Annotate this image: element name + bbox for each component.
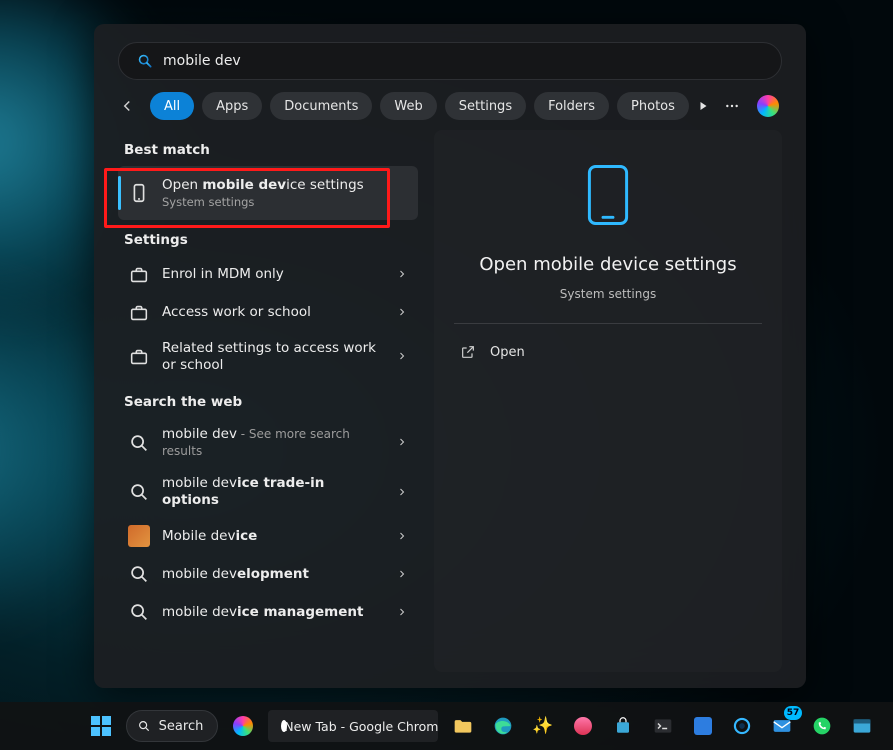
filter-tabs: All Apps Documents Web Settings Folders … bbox=[118, 92, 782, 120]
circle-icon bbox=[574, 717, 592, 735]
web-result[interactable]: mobile device management bbox=[118, 593, 418, 631]
tab-photos[interactable]: Photos bbox=[617, 92, 689, 120]
detail-action-label: Open bbox=[490, 345, 525, 360]
terminal-icon bbox=[653, 717, 673, 735]
tab-apps[interactable]: Apps bbox=[202, 92, 262, 120]
web-result-title: mobile device trade-in options bbox=[162, 475, 384, 509]
web-result[interactable]: Mobile device bbox=[118, 517, 418, 555]
window-icon bbox=[852, 717, 872, 735]
taskbar-app-explorer[interactable] bbox=[448, 710, 478, 742]
best-match-subtitle: System settings bbox=[162, 195, 408, 209]
tab-all[interactable]: All bbox=[150, 92, 194, 120]
tab-settings[interactable]: Settings bbox=[445, 92, 526, 120]
chevron-right-icon bbox=[396, 303, 408, 322]
detail-action-open[interactable]: Open bbox=[454, 334, 762, 370]
taskbar-app-copilot[interactable] bbox=[228, 710, 258, 742]
start-button[interactable] bbox=[86, 710, 116, 742]
taskbar-app-generic-5[interactable] bbox=[847, 710, 877, 742]
settings-result-title: Enrol in MDM only bbox=[162, 266, 384, 283]
taskbar: Search New Tab - Google Chrom ✨ 57 bbox=[0, 702, 893, 750]
web-result[interactable]: mobile dev - See more search results bbox=[118, 418, 418, 468]
search-icon bbox=[137, 719, 151, 733]
copilot-icon[interactable] bbox=[754, 92, 782, 120]
briefcase-icon bbox=[128, 302, 150, 324]
search-input[interactable] bbox=[163, 53, 763, 69]
web-result[interactable]: mobile development bbox=[118, 555, 418, 593]
settings-result[interactable]: Access work or school bbox=[118, 294, 418, 332]
section-header-settings: Settings bbox=[124, 232, 418, 248]
mail-badge: 57 bbox=[784, 706, 803, 720]
chevron-right-icon bbox=[396, 565, 408, 584]
taskbar-app-generic-1[interactable]: ✨ bbox=[528, 710, 558, 742]
taskbar-search[interactable]: Search bbox=[126, 710, 219, 742]
search-icon bbox=[128, 601, 150, 623]
web-result[interactable]: mobile device trade-in options bbox=[118, 467, 418, 517]
web-result-title: mobile device management bbox=[162, 604, 384, 621]
taskbar-app-generic-2[interactable] bbox=[568, 710, 598, 742]
edge-icon bbox=[493, 716, 513, 736]
settings-result[interactable]: Related settings to access work or schoo… bbox=[118, 332, 418, 382]
taskbar-search-label: Search bbox=[159, 719, 204, 734]
taskbar-app-store[interactable] bbox=[608, 710, 638, 742]
taskbar-app-generic-4[interactable] bbox=[727, 710, 757, 742]
chevron-right-icon bbox=[396, 527, 408, 546]
start-search-panel: All Apps Documents Web Settings Folders … bbox=[94, 24, 806, 688]
detail-title: Open mobile device settings bbox=[479, 254, 736, 275]
detail-subtitle: System settings bbox=[560, 287, 656, 301]
best-match-result[interactable]: Open mobile device settings System setti… bbox=[118, 166, 418, 220]
back-arrow-icon[interactable] bbox=[118, 95, 140, 117]
search-icon bbox=[128, 432, 150, 454]
taskbar-app-mail[interactable]: 57 bbox=[767, 710, 797, 742]
best-match-title: Open mobile device settings bbox=[162, 177, 408, 194]
phone-icon bbox=[128, 182, 150, 204]
mobile-device-hero-icon bbox=[585, 164, 631, 230]
tab-web[interactable]: Web bbox=[380, 92, 436, 120]
taskbar-window-chrome[interactable]: New Tab - Google Chrom bbox=[268, 710, 438, 742]
tab-documents[interactable]: Documents bbox=[270, 92, 372, 120]
overflow-menu-icon[interactable] bbox=[718, 92, 746, 120]
search-icon bbox=[128, 481, 150, 503]
web-result-title: Mobile device bbox=[162, 528, 384, 545]
briefcase-icon bbox=[128, 346, 150, 368]
open-external-icon bbox=[460, 344, 476, 360]
settings-result[interactable]: Enrol in MDM only bbox=[118, 256, 418, 294]
search-input-container[interactable] bbox=[118, 42, 782, 80]
settings-result-title: Related settings to access work or schoo… bbox=[162, 340, 384, 374]
circle-ring-icon bbox=[732, 716, 752, 736]
chevron-right-icon bbox=[396, 347, 408, 366]
square-icon bbox=[694, 717, 712, 735]
search-icon bbox=[128, 563, 150, 585]
taskbar-app-generic-3[interactable] bbox=[688, 710, 718, 742]
divider bbox=[454, 323, 762, 324]
taskbar-window-label: New Tab - Google Chrom bbox=[284, 719, 438, 734]
chevron-right-icon bbox=[396, 433, 408, 452]
tab-more-play-icon[interactable] bbox=[697, 92, 710, 120]
image-thumbnail-icon bbox=[128, 525, 150, 547]
star-icon: ✨ bbox=[532, 716, 553, 736]
web-result-title: mobile development bbox=[162, 566, 384, 583]
settings-result-title: Access work or school bbox=[162, 304, 384, 321]
detail-preview-card: Open mobile device settings System setti… bbox=[434, 130, 782, 672]
results-column: Best match Open mobile device settings S… bbox=[118, 130, 418, 672]
chevron-right-icon bbox=[396, 265, 408, 284]
taskbar-app-edge[interactable] bbox=[488, 710, 518, 742]
web-result-title: mobile dev - See more search results bbox=[162, 426, 384, 460]
chevron-right-icon bbox=[396, 483, 408, 502]
whatsapp-icon bbox=[812, 716, 832, 736]
tab-folders[interactable]: Folders bbox=[534, 92, 609, 120]
search-icon bbox=[137, 53, 153, 69]
taskbar-app-whatsapp[interactable] bbox=[807, 710, 837, 742]
section-header-search-web: Search the web bbox=[124, 394, 418, 410]
bag-icon bbox=[614, 717, 632, 735]
briefcase-icon bbox=[128, 264, 150, 286]
taskbar-app-terminal[interactable] bbox=[648, 710, 678, 742]
folder-icon bbox=[453, 717, 473, 735]
section-header-best-match: Best match bbox=[124, 142, 418, 158]
chevron-right-icon bbox=[396, 603, 408, 622]
